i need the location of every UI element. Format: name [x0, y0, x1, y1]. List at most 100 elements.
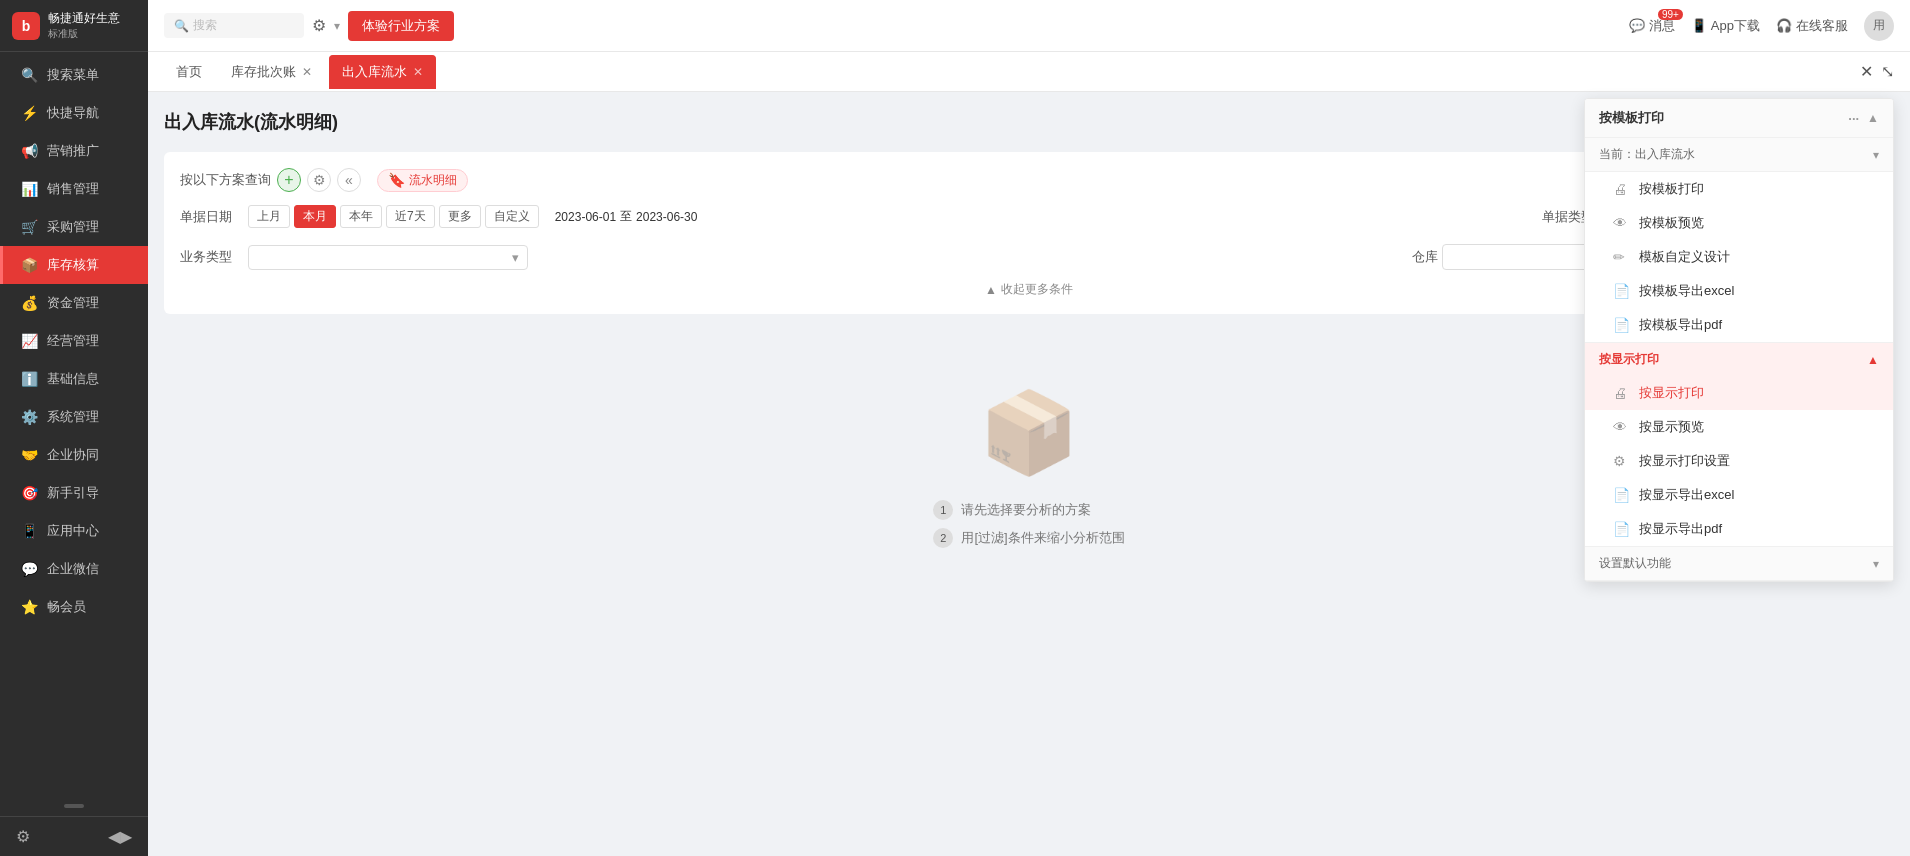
empty-illustration: 📦 [979, 386, 1079, 480]
add-filter-btn[interactable]: + [277, 168, 301, 192]
filter-settings-btn[interactable]: ⚙ [307, 168, 331, 192]
sidebar-bottom: ⚙ ◀▶ [0, 816, 148, 856]
tab-expand-icon[interactable]: ⤡ [1881, 62, 1894, 81]
sidebar-item-finance[interactable]: 💰 资金管理 [0, 284, 148, 322]
dropdown-display-label: 按显示打印 [1599, 351, 1659, 368]
sidebar-item-basic-info[interactable]: ℹ️ 基础信息 [0, 360, 148, 398]
filter-collapse-btn[interactable]: « [337, 168, 361, 192]
sidebar-item-sales[interactable]: 📊 销售管理 [0, 170, 148, 208]
tab-inventory-flow[interactable]: 出入库流水 ✕ [329, 55, 436, 89]
dropdown-chevron-up[interactable]: ▲ [1867, 111, 1879, 125]
topbar-search[interactable]: 🔍 搜索 [164, 13, 304, 38]
settings-bottom-icon[interactable]: ⚙ [16, 827, 30, 846]
topbar-dropdown-icon[interactable]: ▾ [334, 19, 340, 33]
warehouse-label: 仓库 [1412, 248, 1438, 266]
sidebar-item-inventory[interactable]: 📦 库存核算 [0, 246, 148, 284]
sidebar-item-wechat[interactable]: 💬 企业微信 [0, 550, 148, 588]
enterprise-icon: 🤝 [19, 447, 39, 463]
user-avatar[interactable]: 用 [1864, 11, 1894, 41]
member-icon: ⭐ [19, 599, 39, 615]
dropdown-item-template-print[interactable]: 🖨 按模板打印 [1585, 172, 1893, 206]
sidebar-item-enterprise[interactable]: 🤝 企业协同 [0, 436, 148, 474]
message-icon: 💬 [1629, 18, 1645, 33]
search-small-icon: 🔍 [174, 19, 189, 33]
sidebar-item-guide[interactable]: 🎯 新手引导 [0, 474, 148, 512]
sidebar-item-search[interactable]: 🔍 搜索菜单 [0, 56, 148, 94]
date-btn-this-year[interactable]: 本年 [340, 205, 382, 228]
collapse-btn[interactable]: ▲ 收起更多条件 [985, 281, 1073, 298]
business-type-field[interactable]: ▾ [248, 245, 528, 270]
online-service-btn[interactable]: 🎧 在线客服 [1776, 17, 1848, 35]
message-btn[interactable]: 💬 消息 99+ [1629, 17, 1675, 35]
topbar: 🔍 搜索 ⚙ ▾ 体验行业方案 💬 消息 99+ 📱 App下载 🎧 在线客服 … [148, 0, 1910, 52]
business-type-chevron: ▾ [512, 250, 519, 265]
dropdown-item-display-preview[interactable]: 👁 按显示预览 [1585, 410, 1893, 444]
date-btn-this-month[interactable]: 本月 [294, 205, 336, 228]
purchase-icon: 🛒 [19, 219, 39, 235]
wechat-icon: 💬 [19, 561, 39, 577]
sidebar-item-system[interactable]: ⚙️ 系统管理 [0, 398, 148, 436]
operations-icon: 📈 [19, 333, 39, 349]
dropdown-current-chevron: ▾ [1873, 148, 1879, 162]
sidebar-item-member[interactable]: ⭐ 畅会员 [0, 588, 148, 626]
date-btn-7days[interactable]: 近7天 [386, 205, 435, 228]
dropdown-display-chevron-up: ▲ [1867, 353, 1879, 367]
date-btn-custom[interactable]: 自定义 [485, 205, 539, 228]
dropdown-display-header[interactable]: 按显示打印 ▲ [1585, 343, 1893, 376]
step-num-2: 2 [933, 528, 953, 548]
trial-btn[interactable]: 体验行业方案 [348, 11, 454, 41]
dropdown-current-header[interactable]: 当前：出入库流水 ▾ [1585, 138, 1893, 171]
logo-icon: b [12, 12, 40, 40]
tab-batch-account-close[interactable]: ✕ [302, 65, 312, 79]
dropdown-current-section: 当前：出入库流水 ▾ [1585, 138, 1893, 172]
dropdown-header: 按模板打印 ··· ▲ [1585, 99, 1893, 138]
sidebar-item-marketing[interactable]: 📢 营销推广 [0, 132, 148, 170]
filter-tag[interactable]: 🔖 流水明细 [377, 169, 468, 192]
dropdown-item-template-pdf[interactable]: 📄 按模板导出pdf [1585, 308, 1893, 342]
app-download-btn[interactable]: 📱 App下载 [1691, 17, 1760, 35]
dropdown-item-template-preview[interactable]: 👁 按模板预览 [1585, 206, 1893, 240]
excel-display-icon: 📄 [1613, 487, 1631, 503]
empty-steps: 1 请先选择要分析的方案 2 用[过滤]条件来缩小分析范围 [933, 500, 1124, 548]
sidebar-item-app-center[interactable]: 📱 应用中心 [0, 512, 148, 550]
dropdown-item-display-pdf[interactable]: 📄 按显示导出pdf [1585, 512, 1893, 546]
tab-close-all-icon[interactable]: ✕ [1860, 62, 1873, 81]
dropdown-item-template-excel[interactable]: 📄 按模板导出excel [1585, 274, 1893, 308]
collapse-sidebar-icon[interactable]: ◀▶ [108, 827, 132, 846]
tab-inventory-flow-close[interactable]: ✕ [413, 65, 423, 79]
sidebar-item-quick-nav[interactable]: ⚡ 快捷导航 [0, 94, 148, 132]
query-label: 按以下方案查询 [180, 171, 271, 189]
main-area: 🔍 搜索 ⚙ ▾ 体验行业方案 💬 消息 99+ 📱 App下载 🎧 在线客服 … [148, 0, 1910, 856]
dropdown-item-display-print[interactable]: 🖨 按显示打印 [1585, 376, 1893, 410]
dropdown-item-display-excel[interactable]: 📄 按显示导出excel [1585, 478, 1893, 512]
chevron-up-icon: ▲ [985, 283, 997, 297]
app-version: 标准版 [48, 27, 120, 41]
dropdown-more-icon[interactable]: ··· [1848, 111, 1859, 126]
app-center-icon: 📱 [19, 523, 39, 539]
search-placeholder-text: 搜索 [193, 17, 217, 34]
excel-template-icon: 📄 [1613, 283, 1631, 299]
dropdown-item-template-design[interactable]: ✏ 模板自定义设计 [1585, 240, 1893, 274]
settings-display-icon: ⚙ [1613, 453, 1631, 469]
sidebar: b 畅捷通好生意 标准版 🔍 搜索菜单 ⚡ 快捷导航 📢 营销推广 📊 销售管理… [0, 0, 148, 856]
sidebar-item-purchase[interactable]: 🛒 采购管理 [0, 208, 148, 246]
dropdown-bottom-header[interactable]: 设置默认功能 ▾ [1585, 547, 1893, 580]
date-btn-last-month[interactable]: 上月 [248, 205, 290, 228]
tab-home[interactable]: 首页 [164, 63, 214, 81]
dropdown-header-icons: ··· ▲ [1848, 111, 1879, 126]
quick-nav-icon: ⚡ [19, 105, 39, 121]
app-name: 畅捷通好生意 [48, 10, 120, 27]
tab-batch-account[interactable]: 库存批次账 ✕ [218, 55, 325, 89]
query-label-group: 按以下方案查询 + ⚙ « [180, 168, 361, 192]
dropdown-item-display-print-settings[interactable]: ⚙ 按显示打印设置 [1585, 444, 1893, 478]
filter-tag-icon: 🔖 [388, 172, 405, 188]
date-btn-more[interactable]: 更多 [439, 205, 481, 228]
dropdown-current-label: 当前：出入库流水 [1599, 146, 1695, 163]
set-default-label: 设置默认功能 [1599, 555, 1671, 572]
topbar-gear-icon[interactable]: ⚙ [312, 16, 326, 35]
system-icon: ⚙️ [19, 409, 39, 425]
date-to: 2023-06-30 [636, 210, 697, 224]
guide-icon: 🎯 [19, 485, 39, 501]
dropdown-title: 按模板打印 [1599, 109, 1664, 127]
sidebar-item-operations[interactable]: 📈 经营管理 [0, 322, 148, 360]
